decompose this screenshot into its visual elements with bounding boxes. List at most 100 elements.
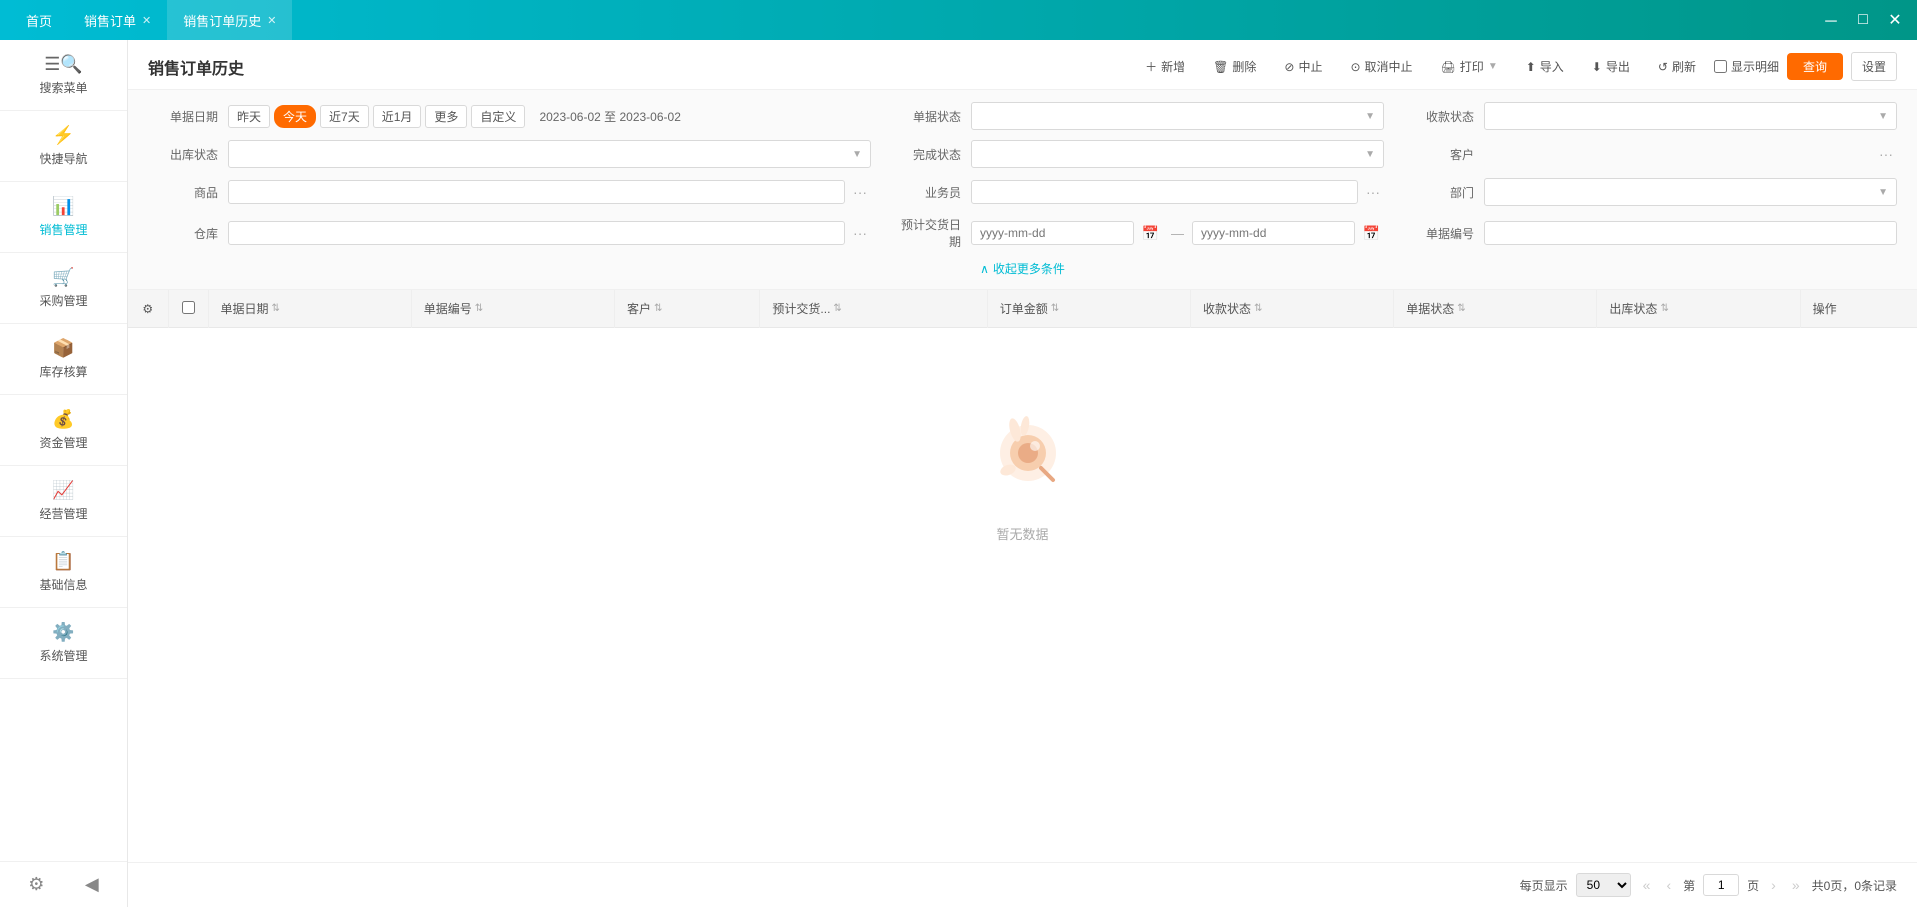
cancel-stop-button[interactable]: ⊙ 取消中止 [1340, 53, 1422, 80]
top-bar: 首页 销售订单 ✕ 销售订单历史 ✕ － □ ✕ [0, 0, 1917, 40]
date-7days[interactable]: 近7天 [320, 105, 369, 128]
refresh-button[interactable]: ↺ 刷新 [1648, 53, 1706, 80]
warehouse-input[interactable] [228, 221, 845, 245]
date-1month[interactable]: 近1月 [373, 105, 422, 128]
pagination-bar: 每页显示 50 10 20 100 « ‹ 第 页 › » 共0页，0条记录 [128, 862, 1917, 907]
filter-section-complete: 完成状态 ▼ [891, 140, 1384, 168]
next-page-button[interactable]: › [1767, 875, 1780, 895]
delete-button[interactable]: 🗑 删除 [1203, 53, 1266, 80]
print-button[interactable]: 🖨 打印 ▼ [1431, 53, 1508, 80]
settings-icon[interactable]: ⚙ [142, 302, 153, 316]
tab-sales-order-history[interactable]: 销售订单历史 ✕ [167, 0, 292, 40]
stop-icon: ⊘ [1284, 60, 1294, 74]
per-page-select[interactable]: 50 10 20 100 [1576, 873, 1631, 897]
content-area: 销售订单历史 ＋ 新增 🗑 删除 ⊘ 中止 ⊙ 取消中止 [128, 40, 1917, 907]
th-receipt-status[interactable]: 收款状态 ⇅ [1190, 290, 1393, 328]
sidebar-item-purchase-mgmt[interactable]: 🛒 采购管理 [0, 253, 127, 324]
th-order-no[interactable]: 单据编号 ⇅ [411, 290, 614, 328]
th-order-amount[interactable]: 订单金额 ⇅ [987, 290, 1190, 328]
outbound-select[interactable]: ▼ [228, 140, 871, 168]
sidebar-item-sales-mgmt[interactable]: 📊 销售管理 [0, 182, 127, 253]
order-no-label: 单据编号 [1404, 225, 1484, 242]
outbound-arrow: ▼ [852, 149, 862, 160]
inventory-icon: 📦 [52, 338, 74, 359]
filter-section-goods: 商品 ··· [148, 180, 871, 204]
date-yesterday[interactable]: 昨天 [228, 105, 270, 128]
outbound-label: 出库状态 [148, 146, 228, 163]
th-customer[interactable]: 客户 ⇅ [614, 290, 759, 328]
top-bar-controls: － □ ✕ [1819, 8, 1907, 32]
sidebar-item-quick-nav[interactable]: ⚡ 快捷导航 [0, 111, 127, 182]
tab-home[interactable]: 首页 [10, 0, 68, 40]
stop-button[interactable]: ⊘ 中止 [1274, 53, 1332, 80]
sidebar-collapse-icon[interactable]: ◀ [85, 874, 99, 895]
sidebar-item-finance[interactable]: 💰 资金管理 [0, 395, 127, 466]
sort-receipt-icon: ⇅ [1254, 303, 1262, 314]
order-status-select[interactable]: ▼ [971, 102, 1384, 130]
goods-control: ··· [228, 180, 871, 204]
th-expected-delivery[interactable]: 预计交货... ⇅ [760, 290, 987, 328]
goods-dots[interactable]: ··· [849, 184, 871, 200]
minimize-button[interactable]: － [1819, 8, 1843, 32]
customer-dots[interactable]: ··· [1875, 146, 1897, 162]
calendar-end-icon[interactable]: 📅 [1359, 225, 1384, 242]
last-page-button[interactable]: » [1788, 875, 1804, 895]
goods-label: 商品 [148, 184, 228, 201]
th-checkbox[interactable] [168, 290, 208, 328]
dept-arrow: ▼ [1878, 187, 1888, 198]
table-header-row: ⚙ 单据日期 ⇅ 单据编号 [128, 290, 1917, 328]
sidebar-settings-icon[interactable]: ⚙ [28, 874, 44, 895]
th-settings[interactable]: ⚙ [128, 290, 168, 328]
close-history-tab[interactable]: ✕ [267, 14, 276, 27]
sidebar-item-inventory[interactable]: 📦 库存核算 [0, 324, 127, 395]
select-all-checkbox[interactable] [182, 301, 195, 314]
tab-sales-order[interactable]: 销售订单 ✕ [68, 0, 167, 40]
th-outbound-status[interactable]: 出库状态 ⇅ [1597, 290, 1800, 328]
close-sales-order-tab[interactable]: ✕ [142, 14, 151, 27]
sidebar-bottom: ⚙ ◀ [0, 861, 127, 907]
complete-select[interactable]: ▼ [971, 140, 1384, 168]
page-number-input[interactable] [1703, 874, 1739, 896]
import-button[interactable]: ⬆ 导入 [1516, 53, 1574, 80]
sidebar-item-sys-mgmt[interactable]: ⚙️ 系统管理 [0, 608, 127, 679]
filter-row-3: 商品 ··· 业务员 ··· 部门 [148, 178, 1897, 206]
new-button[interactable]: ＋ 新增 [1135, 53, 1195, 80]
filter-area: 单据日期 昨天 今天 近7天 近1月 更多 自定义 2023-06-02 至 2… [128, 90, 1917, 290]
dept-select[interactable]: ▼ [1484, 178, 1897, 206]
date-custom[interactable]: 自定义 [471, 105, 525, 128]
close-button[interactable]: ✕ [1883, 8, 1907, 32]
th-date[interactable]: 单据日期 ⇅ [208, 290, 411, 328]
export-button[interactable]: ⬇ 导出 [1582, 53, 1640, 80]
settings-button[interactable]: 设置 [1851, 52, 1897, 81]
date-control: 昨天 今天 近7天 近1月 更多 自定义 2023-06-02 至 2023-0… [228, 105, 871, 128]
first-page-button[interactable]: « [1639, 875, 1655, 895]
delivery-date-start[interactable] [971, 221, 1134, 245]
maximize-button[interactable]: □ [1851, 8, 1875, 32]
goods-input[interactable] [228, 180, 845, 204]
collapse-button[interactable]: ∧ 收起更多条件 [148, 260, 1897, 277]
warehouse-dots[interactable]: ··· [849, 225, 871, 241]
calendar-start-icon[interactable]: 📅 [1138, 225, 1163, 242]
operations-icon: 📈 [52, 480, 74, 501]
delivery-date-end[interactable] [1192, 221, 1355, 245]
sidebar-item-base-info[interactable]: 📋 基础信息 [0, 537, 127, 608]
table-wrapper: ⚙ 单据日期 ⇅ 单据编号 [128, 290, 1917, 862]
table-body: 暂无数据 [128, 328, 1917, 624]
sidebar-item-operations[interactable]: 📈 经营管理 [0, 466, 127, 537]
th-order-status[interactable]: 单据状态 ⇅ [1394, 290, 1597, 328]
date-more[interactable]: 更多 [425, 105, 467, 128]
salesperson-input[interactable] [971, 180, 1358, 204]
order-no-input[interactable] [1484, 221, 1897, 245]
complete-label: 完成状态 [891, 146, 971, 163]
sort-date-icon: ⇅ [272, 303, 280, 314]
export-icon: ⬇ [1592, 60, 1602, 74]
prev-page-button[interactable]: ‹ [1662, 875, 1675, 895]
sidebar-item-search-menu[interactable]: ☰🔍 搜索菜单 [0, 40, 127, 111]
salesperson-dots[interactable]: ··· [1362, 184, 1384, 200]
filter-section-dept: 部门 ▼ [1404, 178, 1897, 206]
query-button[interactable]: 查询 [1787, 53, 1843, 80]
receipt-status-select[interactable]: ▼ [1484, 102, 1897, 130]
date-today[interactable]: 今天 [274, 105, 316, 128]
display-toggle-checkbox[interactable] [1714, 60, 1727, 73]
sort-amount-icon: ⇅ [1051, 303, 1059, 314]
